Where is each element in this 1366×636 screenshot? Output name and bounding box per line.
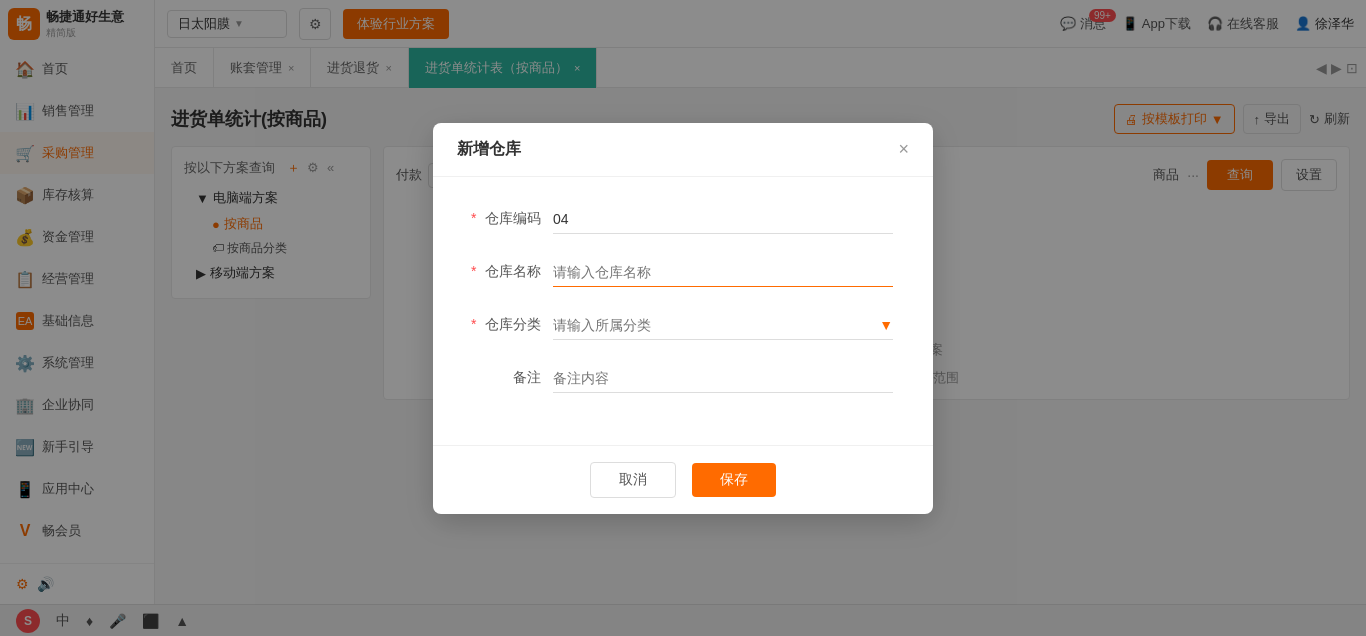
- modal-header: 新增仓库 ×: [433, 123, 933, 177]
- code-form-row: 仓库编码: [473, 205, 893, 234]
- name-label: 仓库名称: [473, 263, 553, 281]
- name-input[interactable]: [553, 258, 893, 287]
- category-label: 仓库分类: [473, 316, 553, 334]
- notes-form-row: 备注: [473, 364, 893, 393]
- notes-input[interactable]: [553, 364, 893, 393]
- cancel-button[interactable]: 取消: [590, 462, 676, 498]
- modal-close-button[interactable]: ×: [898, 139, 909, 160]
- category-arrow-icon: ▼: [879, 317, 893, 333]
- modal-footer: 取消 保存: [433, 445, 933, 514]
- name-form-row: 仓库名称: [473, 258, 893, 287]
- add-warehouse-modal: 新增仓库 × 仓库编码 仓库名称 仓库分类: [433, 123, 933, 514]
- save-button[interactable]: 保存: [692, 463, 776, 497]
- modal-overlay: 新增仓库 × 仓库编码 仓库名称 仓库分类: [0, 0, 1366, 636]
- code-label: 仓库编码: [473, 210, 553, 228]
- modal-title: 新增仓库: [457, 139, 521, 160]
- notes-label: 备注: [473, 369, 553, 387]
- modal-body: 仓库编码 仓库名称 仓库分类 ▼: [433, 177, 933, 445]
- code-input[interactable]: [553, 205, 893, 234]
- category-input[interactable]: [553, 311, 879, 339]
- category-select-wrapper[interactable]: ▼: [553, 311, 893, 340]
- category-form-row: 仓库分类 ▼: [473, 311, 893, 340]
